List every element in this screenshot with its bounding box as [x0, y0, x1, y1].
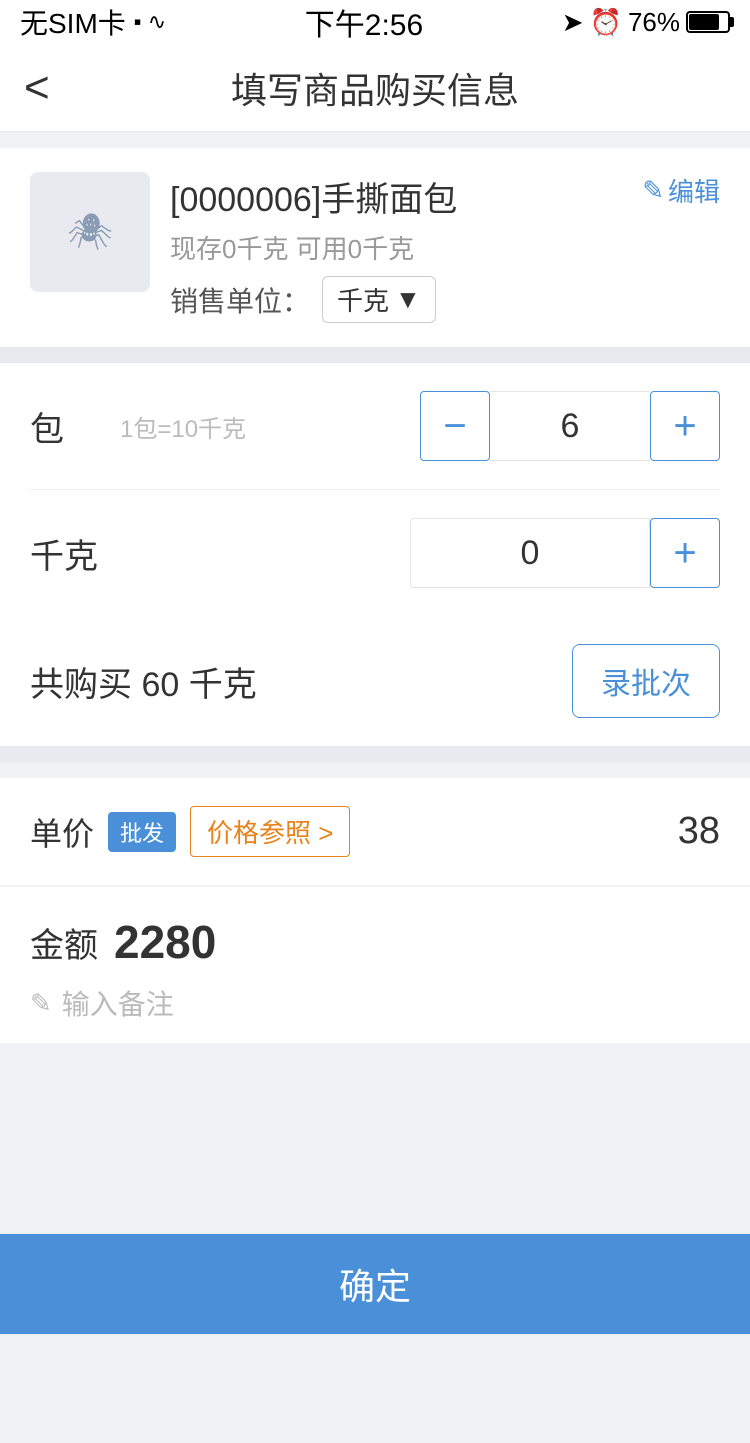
- unit-value: 千克: [337, 281, 389, 318]
- amount-row: 金额 2280: [30, 915, 720, 969]
- product-unit-row: 销售单位： 千克 ▼: [170, 276, 720, 323]
- nav-bar: < 填写商品购买信息: [0, 44, 750, 132]
- package-row: 包 1包=10千克 − +: [30, 363, 720, 490]
- input-section: 包 1包=10千克 − + 千克 +: [0, 363, 750, 616]
- location-icon: ➤: [562, 7, 584, 38]
- package-hint: 1包=10千克: [120, 409, 420, 444]
- edit-label: 编辑: [668, 172, 720, 209]
- pencil-icon: ✎: [30, 988, 52, 1019]
- amount-label: 金额: [30, 918, 98, 967]
- chevron-down-icon: ▼: [395, 284, 421, 315]
- product-stock: 现存0千克 可用0千克: [170, 229, 720, 266]
- price-section: 单价 批发 价格参照 > 38: [0, 778, 750, 885]
- carrier-label: 无SIM卡: [20, 2, 126, 42]
- total-row: 共购买 60 千克 录批次: [0, 616, 750, 746]
- price-ref-button[interactable]: 价格参照 >: [190, 806, 350, 857]
- kg-qty-control: +: [410, 518, 720, 588]
- package-label: 包: [30, 402, 110, 451]
- product-info: [0000006]手撕面包 现存0千克 可用0千克 销售单位： 千克 ▼: [170, 172, 720, 323]
- kg-label: 千克: [30, 529, 110, 578]
- package-qty-control: − +: [420, 391, 720, 461]
- battery-icon: [686, 11, 730, 33]
- section-divider-2: [0, 746, 750, 762]
- record-batch-button[interactable]: 录批次: [572, 644, 720, 718]
- product-image: 🕷: [30, 172, 150, 292]
- unit-label: 销售单位：: [170, 280, 310, 320]
- amount-section: 金额 2280 ✎ 输入备注: [0, 887, 750, 1043]
- kg-plus-button[interactable]: +: [650, 518, 720, 588]
- status-time: 下午2:56: [305, 0, 423, 44]
- package-minus-button[interactable]: −: [420, 391, 490, 461]
- remark-placeholder: 输入备注: [62, 983, 174, 1023]
- section-divider-1: [0, 347, 750, 363]
- battery-label: 76%: [628, 7, 680, 38]
- unit-select[interactable]: 千克 ▼: [322, 276, 436, 323]
- kg-qty-input[interactable]: [410, 518, 650, 588]
- status-bar: 无SIM卡 ▪︎ ∿ 下午2:56 ➤ ⏰ 76%: [0, 0, 750, 44]
- product-name: [0000006]手撕面包: [170, 172, 720, 221]
- page-title: 填写商品购买信息: [231, 62, 519, 114]
- edit-button[interactable]: ✎ 编辑: [642, 172, 720, 209]
- price-label: 单价: [30, 809, 94, 855]
- back-button[interactable]: <: [24, 63, 50, 113]
- status-left: 无SIM卡 ▪︎ ∿: [20, 2, 166, 42]
- package-plus-button[interactable]: +: [650, 391, 720, 461]
- price-value: 38: [678, 810, 720, 853]
- price-type-tag: 批发: [108, 812, 176, 852]
- kg-row: 千克 +: [30, 490, 720, 616]
- wifi-icon: ▪︎ ∿: [134, 9, 166, 35]
- confirm-button[interactable]: 确定: [0, 1234, 750, 1334]
- alarm-icon: ⏰: [590, 7, 622, 38]
- product-logo: 🕷: [67, 211, 113, 253]
- amount-value: 2280: [114, 915, 216, 969]
- total-text: 共购买 60 千克: [30, 657, 257, 706]
- status-right: ➤ ⏰ 76%: [562, 7, 730, 38]
- product-card: 🕷 [0000006]手撕面包 现存0千克 可用0千克 销售单位： 千克 ▼ ✎…: [0, 148, 750, 347]
- remark-row[interactable]: ✎ 输入备注: [30, 983, 720, 1023]
- package-qty-input[interactable]: [490, 391, 650, 461]
- price-row: 单价 批发 价格参照 > 38: [30, 806, 720, 857]
- edit-icon: ✎: [642, 175, 664, 206]
